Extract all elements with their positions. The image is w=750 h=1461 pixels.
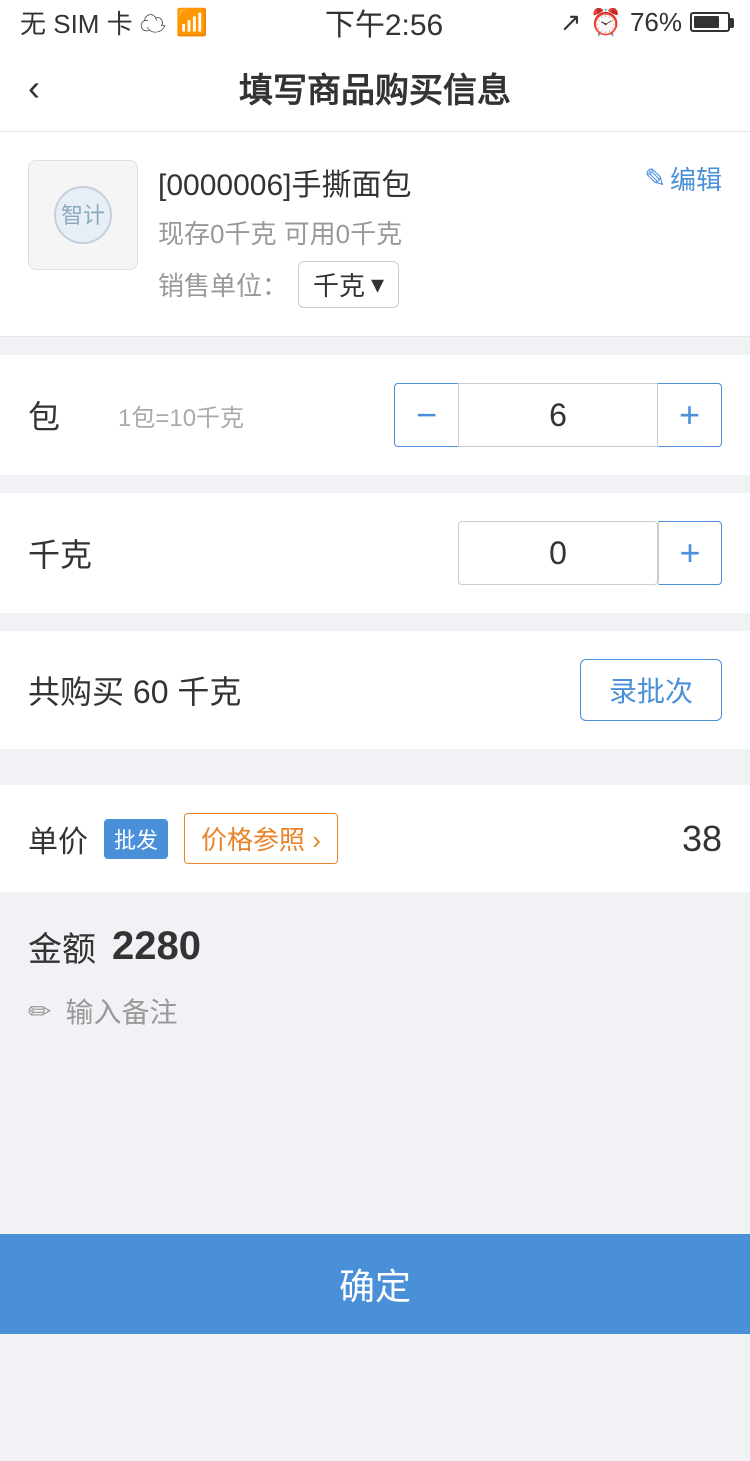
edit-label: 编辑 <box>670 160 722 197</box>
bao-input-group: − + <box>394 383 722 447</box>
status-time: 下午2:56 <box>325 0 443 44</box>
note-row[interactable]: ✏ 输入备注 <box>28 991 722 1031</box>
dropdown-icon: ▾ <box>371 269 384 300</box>
kg-row: 千克 + <box>0 493 750 613</box>
bao-row: 包 1包=10千克 − + <box>0 355 750 475</box>
amount-label: 金额 <box>28 922 96 971</box>
edit-icon: ✎ <box>644 163 666 194</box>
amount-row: 金额 2280 <box>28 922 722 971</box>
price-value: 38 <box>682 818 722 860</box>
kg-label: 千克 <box>28 530 108 576</box>
product-image: 智计 <box>28 160 138 270</box>
product-info: [0000006]手撕面包 ✎ 编辑 现存0千克 可用0千克 销售单位： 千克 … <box>158 160 722 308</box>
kg-input-group: + <box>458 521 722 585</box>
battery-percent: 76% <box>630 7 682 38</box>
price-tag: 批发 <box>104 819 168 859</box>
price-section: 单价 批发 价格参照 › 38 <box>0 785 750 892</box>
product-name: [0000006]手撕面包 <box>158 160 411 204</box>
nav-bar: ‹ 填写商品购买信息 <box>0 44 750 132</box>
location-icon: ↗ <box>560 7 582 38</box>
bao-qty-input[interactable] <box>458 383 658 447</box>
kg-section: 千克 + <box>0 493 750 613</box>
amount-section: 金额 2280 ✏ 输入备注 <box>0 894 750 1059</box>
note-placeholder: 输入备注 <box>65 991 177 1031</box>
confirm-button[interactable]: 确定 <box>0 1234 750 1334</box>
unit-select[interactable]: 千克 ▾ <box>298 261 399 308</box>
total-row: 共购买 60 千克 录批次 <box>0 631 750 749</box>
back-button[interactable]: ‹ <box>28 67 40 109</box>
wifi-icon: 📶 <box>176 7 208 38</box>
separator-1 <box>0 767 750 785</box>
bao-label: 包 <box>28 392 108 438</box>
note-icon: ✏ <box>28 995 51 1028</box>
unit-label: 销售单位： <box>158 266 288 303</box>
amount-value: 2280 <box>112 924 201 969</box>
bao-minus-button[interactable]: − <box>394 383 458 447</box>
record-batch-button[interactable]: 录批次 <box>580 659 722 721</box>
product-logo: 智计 <box>53 185 113 245</box>
sim-label: 无 SIM 卡 ☁ <box>20 4 166 41</box>
total-label: 共购买 60 千克 <box>28 667 241 713</box>
product-unit: 销售单位： 千克 ▾ <box>158 261 722 308</box>
price-label: 单价 <box>28 817 88 861</box>
edit-button[interactable]: ✎ 编辑 <box>644 160 722 197</box>
bao-plus-button[interactable]: + <box>658 383 722 447</box>
status-bar: 无 SIM 卡 ☁ 📶 下午2:56 ↗ ⏰ 76% <box>0 0 750 44</box>
kg-qty-input[interactable] <box>458 521 658 585</box>
status-right: ↗ ⏰ 76% <box>560 7 730 38</box>
bao-sublabel: 1包=10千克 <box>118 398 244 433</box>
svg-text:智计: 智计 <box>61 203 105 228</box>
price-ref-button[interactable]: 价格参照 › <box>184 813 338 864</box>
kg-plus-button[interactable]: + <box>658 521 722 585</box>
unit-value: 千克 <box>313 266 365 303</box>
status-left: 无 SIM 卡 ☁ 📶 <box>20 4 208 41</box>
alarm-icon: ⏰ <box>590 7 622 38</box>
bao-section: 包 1包=10千克 − + <box>0 355 750 475</box>
page-title: 填写商品购买信息 <box>239 63 511 112</box>
product-stock: 现存0千克 可用0千克 <box>158 214 722 251</box>
price-row: 单价 批发 价格参照 › 38 <box>28 813 722 864</box>
product-card: 智计 [0000006]手撕面包 ✎ 编辑 现存0千克 可用0千克 销售单位： … <box>0 132 750 337</box>
battery-icon <box>690 12 730 32</box>
